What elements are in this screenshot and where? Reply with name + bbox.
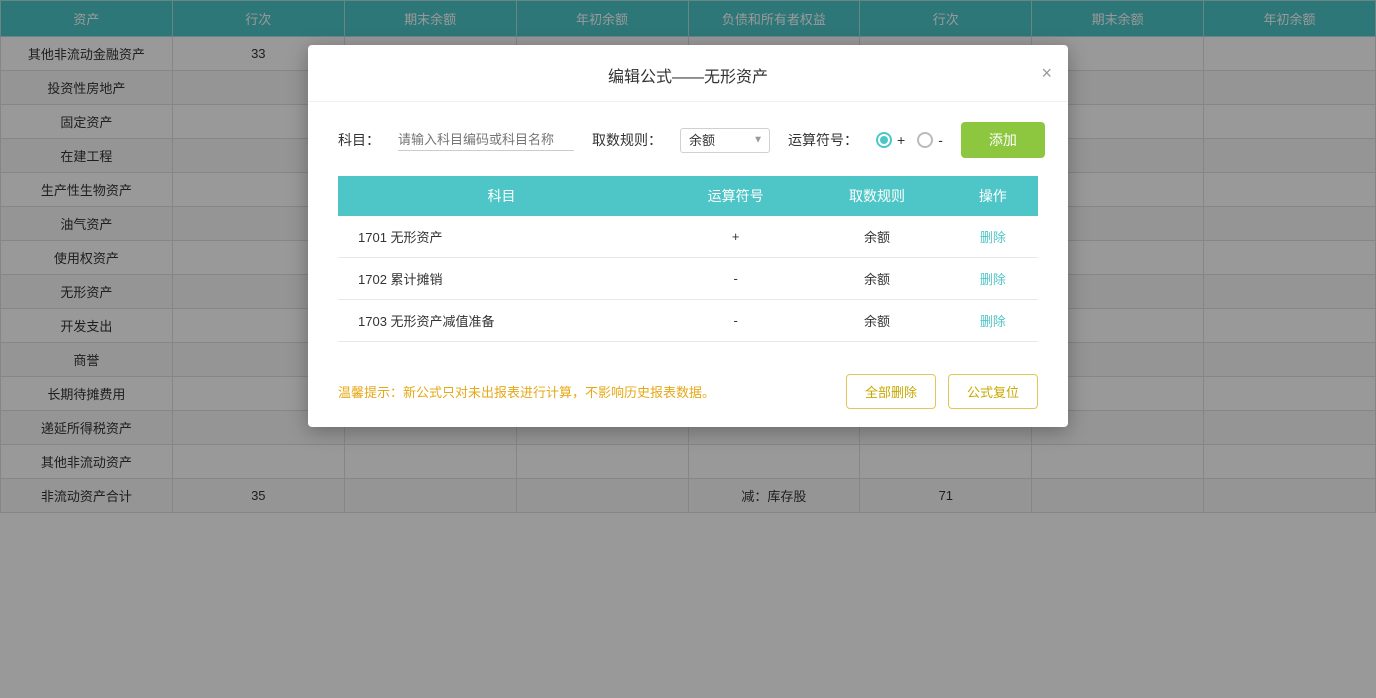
modal-header: 编辑公式——无形资产 × <box>308 45 1068 102</box>
footer-tip: 温馨提示：新公式只对未出报表进行计算，不影响历史报表数据。 <box>338 382 715 401</box>
table-header-subject: 科目 <box>338 176 665 216</box>
table-header-operator: 运算符号 <box>665 176 806 216</box>
formula-table: 科目 运算符号 取数规则 操作 1701 无形资产+余额删除1702 累计摊销-… <box>338 176 1038 342</box>
delete-row-button[interactable]: 删除 <box>980 272 1006 287</box>
add-button[interactable]: 添加 <box>961 122 1045 158</box>
table-header-action: 操作 <box>948 176 1038 216</box>
operator-label: 运算符号： <box>788 130 858 150</box>
formula-table-row: 1701 无形资产+余额删除 <box>338 216 1038 258</box>
operator-radio-group: + - <box>876 132 943 148</box>
rule-label: 取数规则： <box>592 130 662 150</box>
formula-table-row: 1702 累计摊销-余额删除 <box>338 258 1038 300</box>
delete-row-button[interactable]: 删除 <box>980 230 1006 245</box>
modal-overlay: 编辑公式——无形资产 × 科目： 取数规则： 余额 借方发生额 贷方发生额 ▼ … <box>0 0 1376 698</box>
footer-buttons: 全部删除 公式复位 <box>846 374 1038 409</box>
modal-close-button[interactable]: × <box>1041 64 1052 82</box>
modal-title: 编辑公式——无形资产 <box>608 69 768 86</box>
delete-row-button[interactable]: 删除 <box>980 314 1006 329</box>
reset-formula-button[interactable]: 公式复位 <box>948 374 1038 409</box>
radio-minus-indicator <box>917 132 933 148</box>
operator-plus-label: + <box>897 132 905 148</box>
rule-select[interactable]: 余额 借方发生额 贷方发生额 <box>680 128 770 153</box>
radio-plus-indicator <box>876 132 892 148</box>
form-row: 科目： 取数规则： 余额 借方发生额 贷方发生额 ▼ 运算符号： + <box>338 122 1038 158</box>
rule-select-wrap: 余额 借方发生额 贷方发生额 ▼ <box>680 128 770 153</box>
table-header-rule: 取数规则 <box>806 176 947 216</box>
subject-input[interactable] <box>398 129 574 151</box>
operator-minus-label: - <box>938 132 943 148</box>
modal-dialog: 编辑公式——无形资产 × 科目： 取数规则： 余额 借方发生额 贷方发生额 ▼ … <box>308 45 1068 427</box>
delete-all-button[interactable]: 全部删除 <box>846 374 936 409</box>
operator-plus-radio[interactable]: + <box>876 132 905 148</box>
subject-label: 科目： <box>338 130 380 150</box>
formula-table-row: 1703 无形资产减值准备-余额删除 <box>338 300 1038 342</box>
operator-minus-radio[interactable]: - <box>917 132 943 148</box>
modal-body: 科目： 取数规则： 余额 借方发生额 贷方发生额 ▼ 运算符号： + <box>308 102 1068 360</box>
modal-footer: 温馨提示：新公式只对未出报表进行计算，不影响历史报表数据。 全部删除 公式复位 <box>308 360 1068 427</box>
